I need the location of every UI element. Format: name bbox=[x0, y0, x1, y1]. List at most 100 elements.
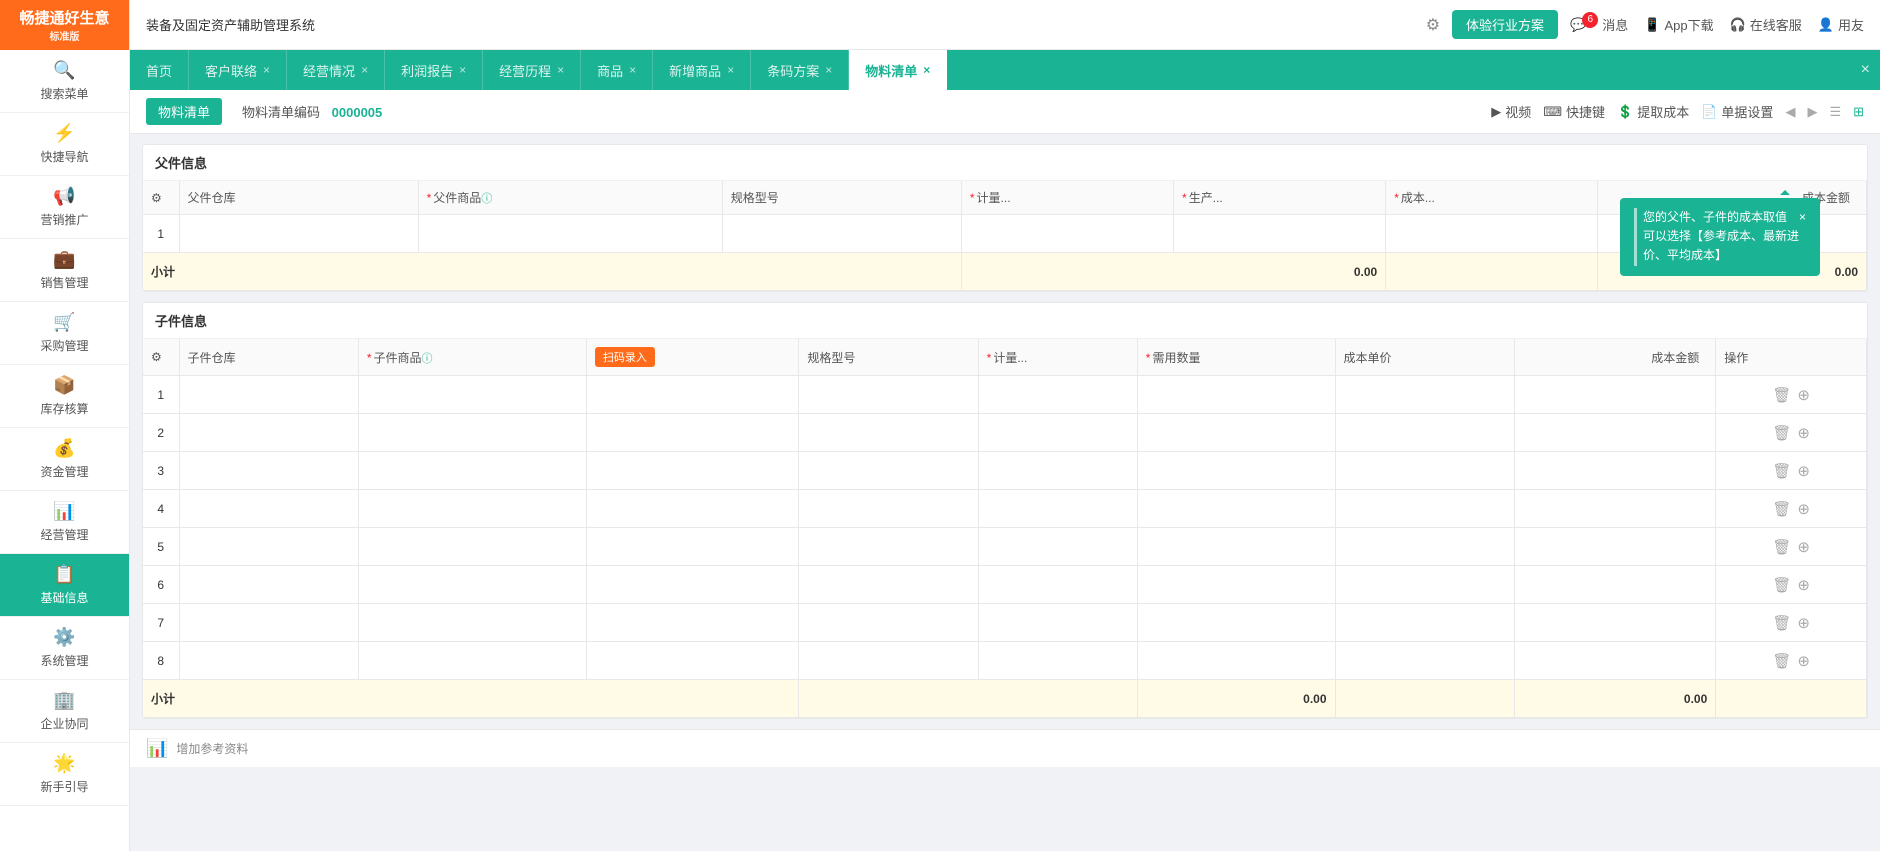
trial-button[interactable]: 体验行业方案 bbox=[1452, 10, 1558, 39]
tab-new-goods[interactable]: 新增商品 × bbox=[653, 50, 751, 90]
sidebar-item-inventory[interactable]: 📦 库存核算 bbox=[0, 365, 129, 428]
video-icon: ▶ bbox=[1491, 104, 1501, 120]
copy-icon[interactable]: ⊕ bbox=[1797, 614, 1810, 632]
child-cell-warehouse-1[interactable] bbox=[179, 376, 358, 414]
app-logo: 畅捷通好生意 标准版 bbox=[0, 0, 129, 50]
tab-operations[interactable]: 经营情况 × bbox=[287, 50, 385, 90]
child-cell-unit-cost-1[interactable] bbox=[1335, 376, 1514, 414]
close-icon[interactable]: × bbox=[459, 63, 466, 77]
nav-next-icon[interactable]: ▶ bbox=[1807, 104, 1817, 120]
copy-icon[interactable]: ⊕ bbox=[1797, 500, 1810, 518]
child-cell-unit-1[interactable] bbox=[978, 376, 1137, 414]
sidebar-item-basic[interactable]: 📋 基础信息 bbox=[0, 554, 129, 617]
close-icon[interactable]: × bbox=[629, 63, 636, 77]
tab-bom[interactable]: 物料清单 × bbox=[849, 50, 947, 90]
sidebar-item-guide[interactable]: 🌟 新手引导 bbox=[0, 743, 129, 806]
single-settings-action[interactable]: 📄 单据设置 bbox=[1701, 102, 1773, 121]
grid-view-icon[interactable]: ⊞ bbox=[1853, 104, 1864, 120]
copy-icon[interactable]: ⊕ bbox=[1797, 424, 1810, 442]
parent-cell-cost[interactable] bbox=[1386, 215, 1598, 253]
parent-cell-goods[interactable] bbox=[418, 215, 722, 253]
close-icon[interactable]: × bbox=[263, 63, 270, 77]
message-group[interactable]: 💬 6 消息 bbox=[1570, 15, 1628, 34]
close-icon[interactable]: × bbox=[361, 63, 368, 77]
page-tab-code: 物料清单编码 0000005 bbox=[230, 98, 394, 125]
child-cell-warehouse-2[interactable] bbox=[179, 414, 358, 452]
delete-icon[interactable]: 🗑 bbox=[1772, 386, 1791, 404]
settings-icon[interactable]: ⚙ bbox=[1426, 15, 1440, 35]
copy-icon[interactable]: ⊕ bbox=[1797, 386, 1810, 404]
page-tab-bom[interactable]: 物料清单 bbox=[146, 98, 222, 125]
delete-icon[interactable]: 🗑 bbox=[1772, 652, 1791, 670]
sidebar-item-purchase[interactable]: 🛒 采购管理 bbox=[0, 302, 129, 365]
tab-home-label: 首页 bbox=[146, 61, 172, 80]
cost-action[interactable]: 💲 提取成本 bbox=[1617, 102, 1689, 121]
copy-icon[interactable]: ⊕ bbox=[1797, 576, 1810, 594]
online-service-group[interactable]: 🎧 在线客服 bbox=[1730, 15, 1802, 34]
child-col-scan[interactable]: 扫码录入 bbox=[586, 339, 798, 376]
sidebar-item-finance[interactable]: 💰 资金管理 bbox=[0, 428, 129, 491]
content-area: 物料清单 物料清单编码 0000005 ▶ 视频 ⌨ 快捷键 💲 提取成本 bbox=[130, 90, 1880, 851]
child-col-qty: *需用数量 bbox=[1137, 339, 1335, 376]
child-col-settings[interactable]: ⚙ bbox=[143, 339, 179, 376]
user-label: 用友 bbox=[1838, 15, 1864, 34]
tooltip-close-button[interactable]: × bbox=[1799, 208, 1806, 227]
tab-profit-label: 利润报告 bbox=[401, 61, 453, 80]
parent-cell-warehouse[interactable] bbox=[179, 215, 418, 253]
parent-cell-unit[interactable] bbox=[961, 215, 1173, 253]
shortcut-action[interactable]: ⌨ 快捷键 bbox=[1543, 102, 1605, 121]
close-icon[interactable]: × bbox=[923, 63, 930, 77]
child-cell-amount-1[interactable] bbox=[1514, 376, 1715, 414]
sidebar-item-quick-nav[interactable]: ⚡ 快捷导航 bbox=[0, 113, 129, 176]
child-row-8: 8 🗑⊕ bbox=[143, 642, 1867, 680]
video-action[interactable]: ▶ 视频 bbox=[1491, 102, 1531, 121]
sidebar-item-operations[interactable]: 📊 经营管理 bbox=[0, 491, 129, 554]
scan-button[interactable]: 扫码录入 bbox=[595, 347, 655, 367]
tab-profit[interactable]: 利润报告 × bbox=[385, 50, 483, 90]
close-all-tabs-button[interactable]: × bbox=[1851, 61, 1880, 79]
parent-row-1: 1 bbox=[143, 215, 1867, 253]
tab-bom-label: 物料清单 bbox=[865, 61, 917, 80]
close-icon[interactable]: × bbox=[825, 63, 832, 77]
copy-icon[interactable]: ⊕ bbox=[1797, 538, 1810, 556]
tab-goods[interactable]: 商品 × bbox=[581, 50, 653, 90]
child-cell-spec-1[interactable] bbox=[799, 376, 978, 414]
copy-icon[interactable]: ⊕ bbox=[1797, 462, 1810, 480]
clipboard-icon: 📋 bbox=[53, 564, 75, 585]
sidebar-item-sales[interactable]: 💼 销售管理 bbox=[0, 239, 129, 302]
tab-customer[interactable]: 客户联络 × bbox=[189, 50, 287, 90]
list-view-icon[interactable]: ☰ bbox=[1829, 104, 1841, 120]
sidebar-item-system[interactable]: ⚙️ 系统管理 bbox=[0, 617, 129, 680]
tab-home[interactable]: 首页 bbox=[130, 50, 189, 90]
sidebar-item-enterprise[interactable]: 🏢 企业协同 bbox=[0, 680, 129, 743]
delete-icon[interactable]: 🗑 bbox=[1772, 462, 1791, 480]
child-cell-scan-1[interactable] bbox=[586, 376, 798, 414]
add-reference-label[interactable]: 增加参考资料 bbox=[176, 740, 248, 757]
nav-prev-icon[interactable]: ◀ bbox=[1785, 104, 1795, 120]
user-group[interactable]: 👤 用友 bbox=[1818, 15, 1864, 34]
close-icon[interactable]: × bbox=[557, 63, 564, 77]
parent-subtotal-qty: 0.00 bbox=[961, 253, 1385, 291]
child-cell-qty-1[interactable] bbox=[1137, 376, 1335, 414]
parent-col-settings[interactable]: ⚙ bbox=[143, 181, 179, 215]
main-area: 装备及固定资产辅助管理系统 ⚙ 体验行业方案 💬 6 消息 📱 App下载 🎧 … bbox=[130, 0, 1880, 851]
delete-icon[interactable]: 🗑 bbox=[1772, 538, 1791, 556]
delete-icon[interactable]: 🗑 bbox=[1772, 614, 1791, 632]
parent-cell-produce[interactable] bbox=[1174, 215, 1386, 253]
delete-icon[interactable]: 🗑 bbox=[1772, 500, 1791, 518]
sidebar-item-search[interactable]: 🔍 搜索菜单 bbox=[0, 50, 129, 113]
delete-icon[interactable]: 🗑 bbox=[1772, 424, 1791, 442]
child-cell-goods-1[interactable] bbox=[358, 376, 586, 414]
copy-icon[interactable]: ⊕ bbox=[1797, 652, 1810, 670]
search-icon: 🔍 bbox=[53, 60, 75, 81]
sidebar-item-marketing[interactable]: 📢 营销推广 bbox=[0, 176, 129, 239]
tab-history[interactable]: 经营历程 × bbox=[483, 50, 581, 90]
close-icon[interactable]: × bbox=[727, 63, 734, 77]
child-col-unit: *计量... bbox=[978, 339, 1137, 376]
child-table: ⚙ 子件仓库 *子件商品ⓘ 扫码录入 规格型号 *计量... *需用数量 成本单… bbox=[143, 339, 1867, 718]
app-download-group[interactable]: 📱 App下载 bbox=[1644, 15, 1713, 34]
child-cell-goods-2[interactable] bbox=[358, 414, 586, 452]
tab-barcode[interactable]: 条码方案 × bbox=[751, 50, 849, 90]
delete-icon[interactable]: 🗑 bbox=[1772, 576, 1791, 594]
parent-cell-spec[interactable] bbox=[722, 215, 961, 253]
